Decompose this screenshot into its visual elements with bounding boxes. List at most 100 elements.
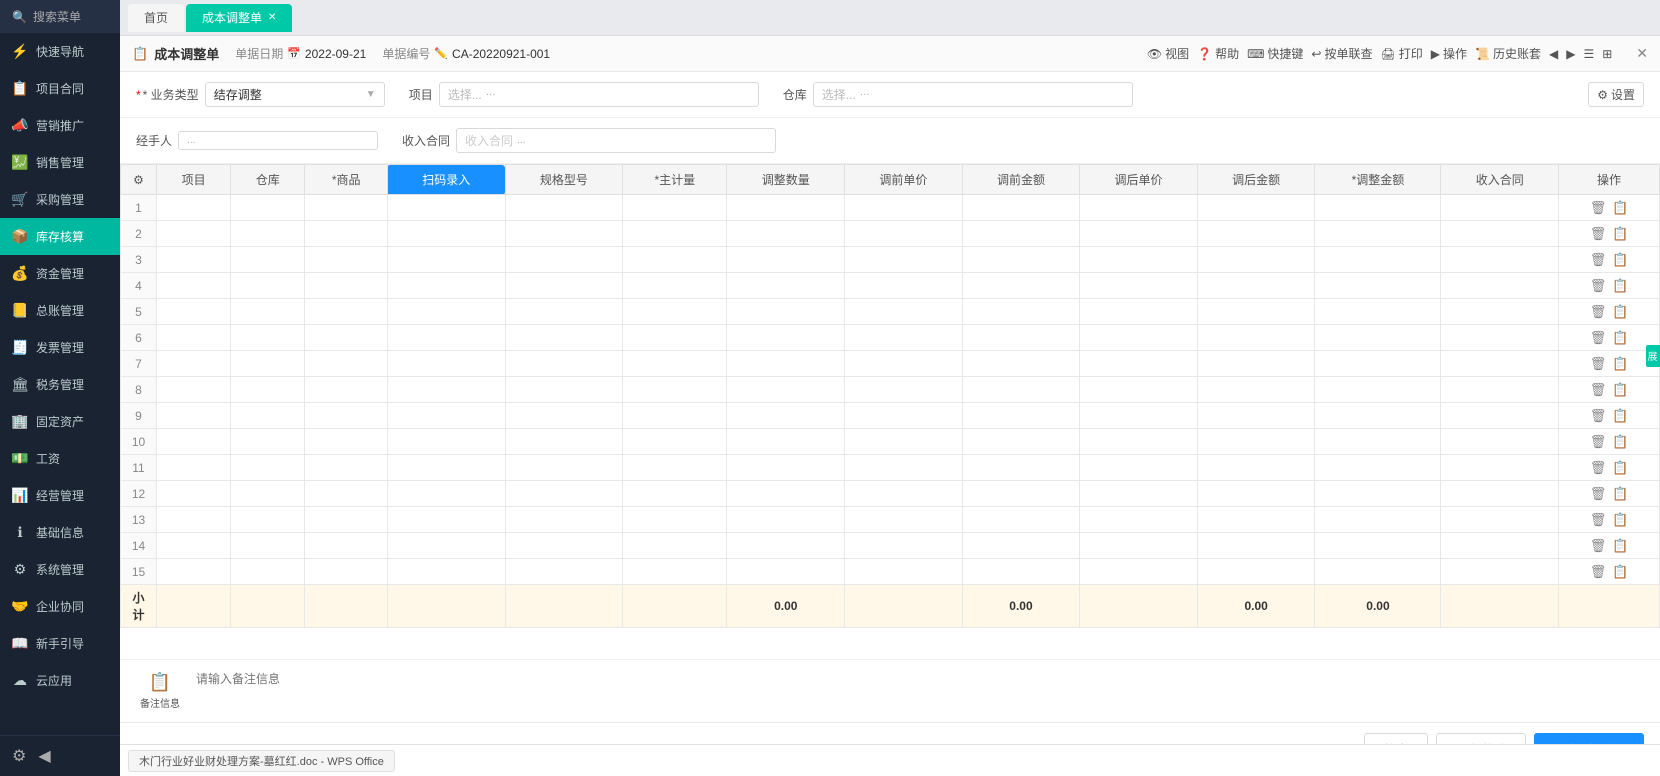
sidebar-item-invoice-mgmt[interactable]: 🧾 发票管理	[0, 329, 120, 366]
cell-row2-scan-input[interactable]	[387, 221, 505, 247]
cell-row13-income-contract[interactable]	[1441, 507, 1559, 533]
cell-row13-post-amount[interactable]	[1197, 507, 1315, 533]
cell-row6-post-unit-price[interactable]	[1080, 325, 1198, 351]
copy-icon-row10[interactable]: 📋	[1612, 434, 1628, 450]
cell-row1-unit[interactable]	[623, 195, 727, 221]
panel-action-shortcut[interactable]: ⌨ 快捷键	[1247, 45, 1303, 62]
cell-row7-post-amount[interactable]	[1197, 351, 1315, 377]
tab-close-cost-adjust[interactable]: ✕	[268, 12, 276, 23]
cell-row12-income-contract[interactable]	[1441, 481, 1559, 507]
panel-action-nav-next[interactable]: ▶	[1566, 47, 1575, 61]
cell-row2-warehouse[interactable]	[231, 221, 305, 247]
cell-row11-post-unit-price[interactable]	[1080, 455, 1198, 481]
cell-row1-spec[interactable]	[505, 195, 623, 221]
cell-row4-pre-unit-price[interactable]	[845, 273, 963, 299]
cell-row6-product[interactable]	[305, 325, 388, 351]
cell-row4-spec[interactable]	[505, 273, 623, 299]
cell-row11-adj-qty[interactable]	[727, 455, 845, 481]
cell-row14-product[interactable]	[305, 533, 388, 559]
cell-row9-product[interactable]	[305, 403, 388, 429]
cell-row8-scan-input[interactable]	[387, 377, 505, 403]
copy-icon-row13[interactable]: 📋	[1612, 512, 1628, 528]
sidebar-item-beginner-guide[interactable]: 📖 新手引导	[0, 625, 120, 662]
cell-row4-adj-amount[interactable]	[1315, 273, 1441, 299]
cell-row1-product[interactable]	[305, 195, 388, 221]
cell-row2-income-contract[interactable]	[1441, 221, 1559, 247]
cell-row13-ops[interactable]: 🗑 📋	[1559, 507, 1660, 533]
cell-row5-spec[interactable]	[505, 299, 623, 325]
copy-icon-row3[interactable]: 📋	[1612, 252, 1628, 268]
cell-row15-project[interactable]	[157, 559, 231, 585]
cell-row8-post-amount[interactable]	[1197, 377, 1315, 403]
cell-row10-post-unit-price[interactable]	[1080, 429, 1198, 455]
copy-icon-row2[interactable]: 📋	[1612, 226, 1628, 242]
cell-row11-scan-input[interactable]	[387, 455, 505, 481]
copy-icon-row11[interactable]: 📋	[1612, 460, 1628, 476]
cell-row7-product[interactable]	[305, 351, 388, 377]
cell-row3-income-contract[interactable]	[1441, 247, 1559, 273]
delete-icon-row3[interactable]: 🗑	[1590, 252, 1607, 268]
cell-row12-unit[interactable]	[623, 481, 727, 507]
cell-row13-spec[interactable]	[505, 507, 623, 533]
cell-row9-pre-amount[interactable]	[962, 403, 1080, 429]
cell-row1-pre-amount[interactable]	[962, 195, 1080, 221]
copy-icon-row6[interactable]: 📋	[1612, 330, 1628, 346]
cell-row4-ops[interactable]: 🗑 📋	[1559, 273, 1660, 299]
cell-row5-unit[interactable]	[623, 299, 727, 325]
cell-row15-post-unit-price[interactable]	[1080, 559, 1198, 585]
cell-row1-scan-input[interactable]	[387, 195, 505, 221]
cell-row9-adj-qty[interactable]	[727, 403, 845, 429]
toggle-icon[interactable]: ◀	[38, 746, 50, 766]
cell-row13-pre-unit-price[interactable]	[845, 507, 963, 533]
cell-row3-post-amount[interactable]	[1197, 247, 1315, 273]
cell-row11-product[interactable]	[305, 455, 388, 481]
cell-row7-scan-input[interactable]	[387, 351, 505, 377]
cell-row15-post-amount[interactable]	[1197, 559, 1315, 585]
cell-row14-post-unit-price[interactable]	[1080, 533, 1198, 559]
cell-row10-spec[interactable]	[505, 429, 623, 455]
cell-row2-post-amount[interactable]	[1197, 221, 1315, 247]
panel-action-help[interactable]: ❓ 帮助	[1197, 45, 1239, 62]
sidebar-item-fund-mgmt[interactable]: 💰 资金管理	[0, 255, 120, 292]
cell-row15-ops[interactable]: 🗑 📋	[1559, 559, 1660, 585]
cell-row10-pre-amount[interactable]	[962, 429, 1080, 455]
cell-row14-adj-amount[interactable]	[1315, 533, 1441, 559]
cell-row10-pre-unit-price[interactable]	[845, 429, 963, 455]
cell-row11-warehouse[interactable]	[231, 455, 305, 481]
cell-row9-post-amount[interactable]	[1197, 403, 1315, 429]
cell-row12-spec[interactable]	[505, 481, 623, 507]
cell-row6-post-amount[interactable]	[1197, 325, 1315, 351]
cell-row14-scan-input[interactable]	[387, 533, 505, 559]
cell-row4-income-contract[interactable]	[1441, 273, 1559, 299]
cell-row7-adj-amount[interactable]	[1315, 351, 1441, 377]
cell-row6-project[interactable]	[157, 325, 231, 351]
delete-icon-row12[interactable]: 🗑	[1590, 486, 1607, 502]
cell-row13-unit[interactable]	[623, 507, 727, 533]
sidebar-item-inventory-calc[interactable]: 📦 库存核算	[0, 218, 120, 255]
cell-row14-ops[interactable]: 🗑 📋	[1559, 533, 1660, 559]
tab-cost-adjust[interactable]: 成本调整单✕	[186, 4, 292, 32]
cell-row15-unit[interactable]	[623, 559, 727, 585]
delete-icon-row14[interactable]: 🗑	[1590, 538, 1607, 554]
cell-row13-scan-input[interactable]	[387, 507, 505, 533]
cell-row2-product[interactable]	[305, 221, 388, 247]
cell-row9-project[interactable]	[157, 403, 231, 429]
cell-row1-post-amount[interactable]	[1197, 195, 1315, 221]
cell-row6-adj-qty[interactable]	[727, 325, 845, 351]
cell-row9-spec[interactable]	[505, 403, 623, 429]
cell-row2-ops[interactable]: 🗑 📋	[1559, 221, 1660, 247]
cell-row3-project[interactable]	[157, 247, 231, 273]
cell-row13-post-unit-price[interactable]	[1080, 507, 1198, 533]
cell-row13-product[interactable]	[305, 507, 388, 533]
cell-row5-adj-qty[interactable]	[727, 299, 845, 325]
cell-row9-adj-amount[interactable]	[1315, 403, 1441, 429]
cell-row14-pre-amount[interactable]	[962, 533, 1080, 559]
cell-row5-post-unit-price[interactable]	[1080, 299, 1198, 325]
cell-row10-ops[interactable]: 🗑 📋	[1559, 429, 1660, 455]
warehouse-input[interactable]: 选择... ···	[813, 82, 1133, 107]
cell-row8-product[interactable]	[305, 377, 388, 403]
sidebar-item-cloud-apps[interactable]: ☁ 云应用	[0, 662, 120, 699]
delete-icon-row9[interactable]: 🗑	[1590, 408, 1607, 424]
cell-row14-unit[interactable]	[623, 533, 727, 559]
cell-row15-product[interactable]	[305, 559, 388, 585]
